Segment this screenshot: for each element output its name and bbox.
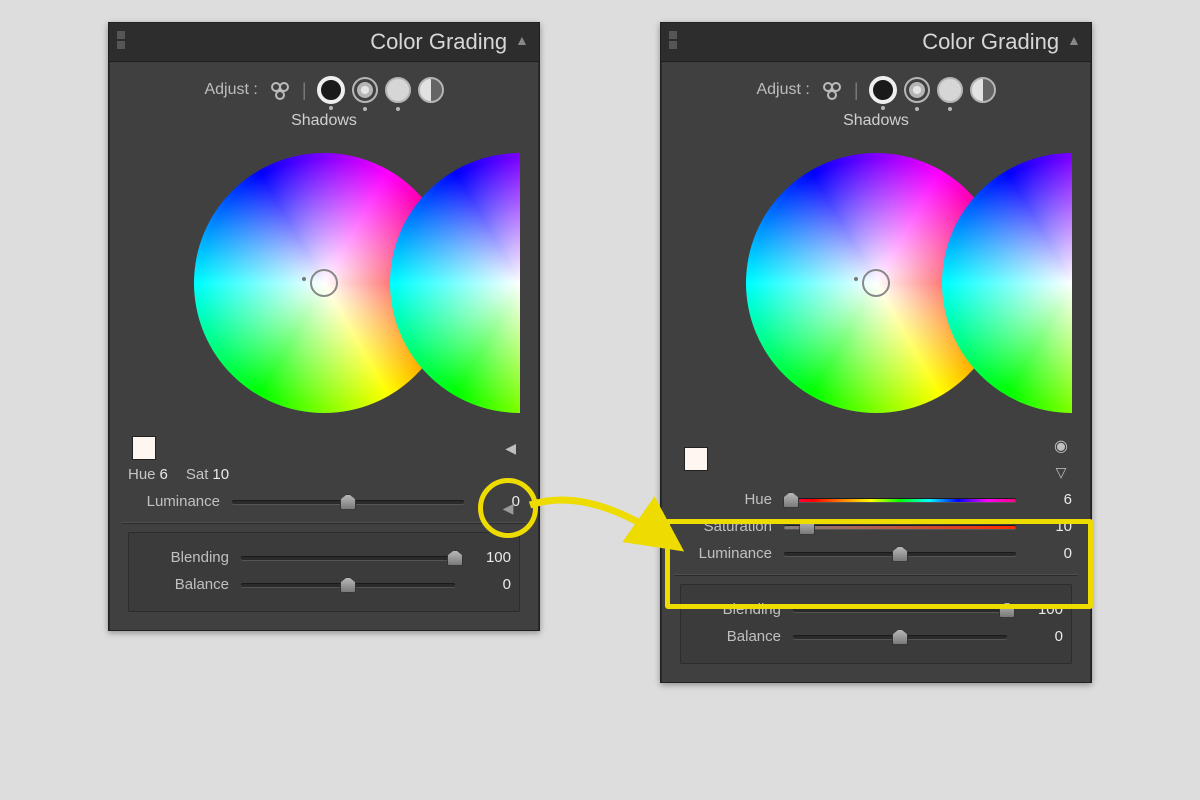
color-wheel-area [680, 138, 1072, 428]
hue-value[interactable]: 6 [1028, 491, 1072, 508]
disclosure-down-icon[interactable]: ▽ [1056, 464, 1067, 481]
panel-title: Color Grading [370, 29, 507, 55]
range-shadows[interactable] [869, 76, 897, 104]
range-global[interactable] [418, 77, 444, 103]
balance-thumb[interactable] [340, 577, 356, 593]
adjust-label: Adjust : [756, 81, 809, 99]
three-way-icon[interactable] [268, 78, 292, 102]
sat-label: Sat [186, 466, 209, 483]
panel-collapse-icon[interactable]: ▼ [517, 34, 529, 50]
color-swatch[interactable] [132, 436, 156, 460]
wheel-center-icon[interactable] [310, 269, 338, 297]
color-wheel-area [128, 138, 520, 428]
hue-value[interactable]: 6 [160, 466, 168, 483]
balance-slider-row: Balance 0 [689, 628, 1063, 645]
adjust-row: Adjust : | [128, 76, 520, 104]
divider [122, 522, 526, 524]
hue-label: Hue [128, 466, 156, 483]
compact-hue-sat-values: Hue6 Sat10 [128, 466, 520, 483]
luminance-label: Luminance [128, 493, 220, 510]
annotation-circle: ◀ [478, 478, 538, 538]
luminance-slider[interactable] [232, 500, 464, 504]
blending-thumb[interactable] [447, 550, 463, 566]
luminance-thumb[interactable] [340, 494, 356, 510]
range-shadows[interactable] [317, 76, 345, 104]
section-title: Shadows [128, 112, 520, 130]
adjust-label: Adjust : [204, 81, 257, 99]
panel-collapse-icon[interactable]: ▼ [1069, 34, 1081, 50]
wheel-center-icon[interactable] [862, 269, 890, 297]
range-midtones[interactable] [904, 77, 930, 103]
range-highlights[interactable] [937, 77, 963, 103]
panel-header[interactable]: Color Grading ▼ [661, 23, 1091, 62]
panel-grip-icon[interactable] [669, 31, 677, 39]
adjust-row: Adjust : | [680, 76, 1072, 104]
hue-slider[interactable] [784, 498, 1016, 502]
preview-eye-icon[interactable]: ◉ [1054, 436, 1068, 456]
balance-value[interactable]: 0 [467, 576, 511, 593]
color-swatch[interactable] [684, 447, 708, 471]
disclosure-left-icon-annotation: ◀ [503, 500, 514, 517]
range-global[interactable] [970, 77, 996, 103]
balance-label: Balance [137, 576, 229, 593]
disclosure-left-icon[interactable]: ◀ [505, 440, 516, 457]
balance-slider[interactable] [793, 635, 1007, 639]
blending-label: Blending [137, 549, 229, 566]
hue-slider-row: Hue 6 [680, 491, 1072, 508]
blending-value[interactable]: 100 [467, 549, 511, 566]
annotation-arrow-icon [520, 475, 690, 575]
balance-slider-row: Balance 0 [137, 576, 511, 593]
panel-grip-icon[interactable] [117, 31, 125, 39]
luminance-slider-row: Luminance 0 [128, 493, 520, 510]
blending-slider-row: Blending 100 [137, 549, 511, 566]
range-highlights[interactable] [385, 77, 411, 103]
range-midtones[interactable] [352, 77, 378, 103]
blend-balance-section: Blending 100 Balance 0 [128, 532, 520, 612]
hue-thumb[interactable] [783, 492, 799, 508]
panel-body: Adjust : | Shadows ◀ Hue6 [109, 62, 539, 630]
balance-label: Balance [689, 628, 781, 645]
range-selectors [869, 76, 996, 104]
annotation-highlight-box [665, 519, 1093, 609]
three-way-icon[interactable] [820, 78, 844, 102]
balance-value[interactable]: 0 [1019, 628, 1063, 645]
section-title: Shadows [680, 112, 1072, 130]
panel-header[interactable]: Color Grading ▼ [109, 23, 539, 62]
sat-value[interactable]: 10 [212, 466, 229, 483]
blending-slider[interactable] [241, 556, 455, 560]
balance-slider[interactable] [241, 583, 455, 587]
balance-thumb[interactable] [892, 629, 908, 645]
hue-label: Hue [680, 491, 772, 508]
panel-title: Color Grading [922, 29, 1059, 55]
range-selectors [317, 76, 444, 104]
color-grading-panel-collapsed: Color Grading ▼ Adjust : | Shadows [108, 22, 540, 631]
